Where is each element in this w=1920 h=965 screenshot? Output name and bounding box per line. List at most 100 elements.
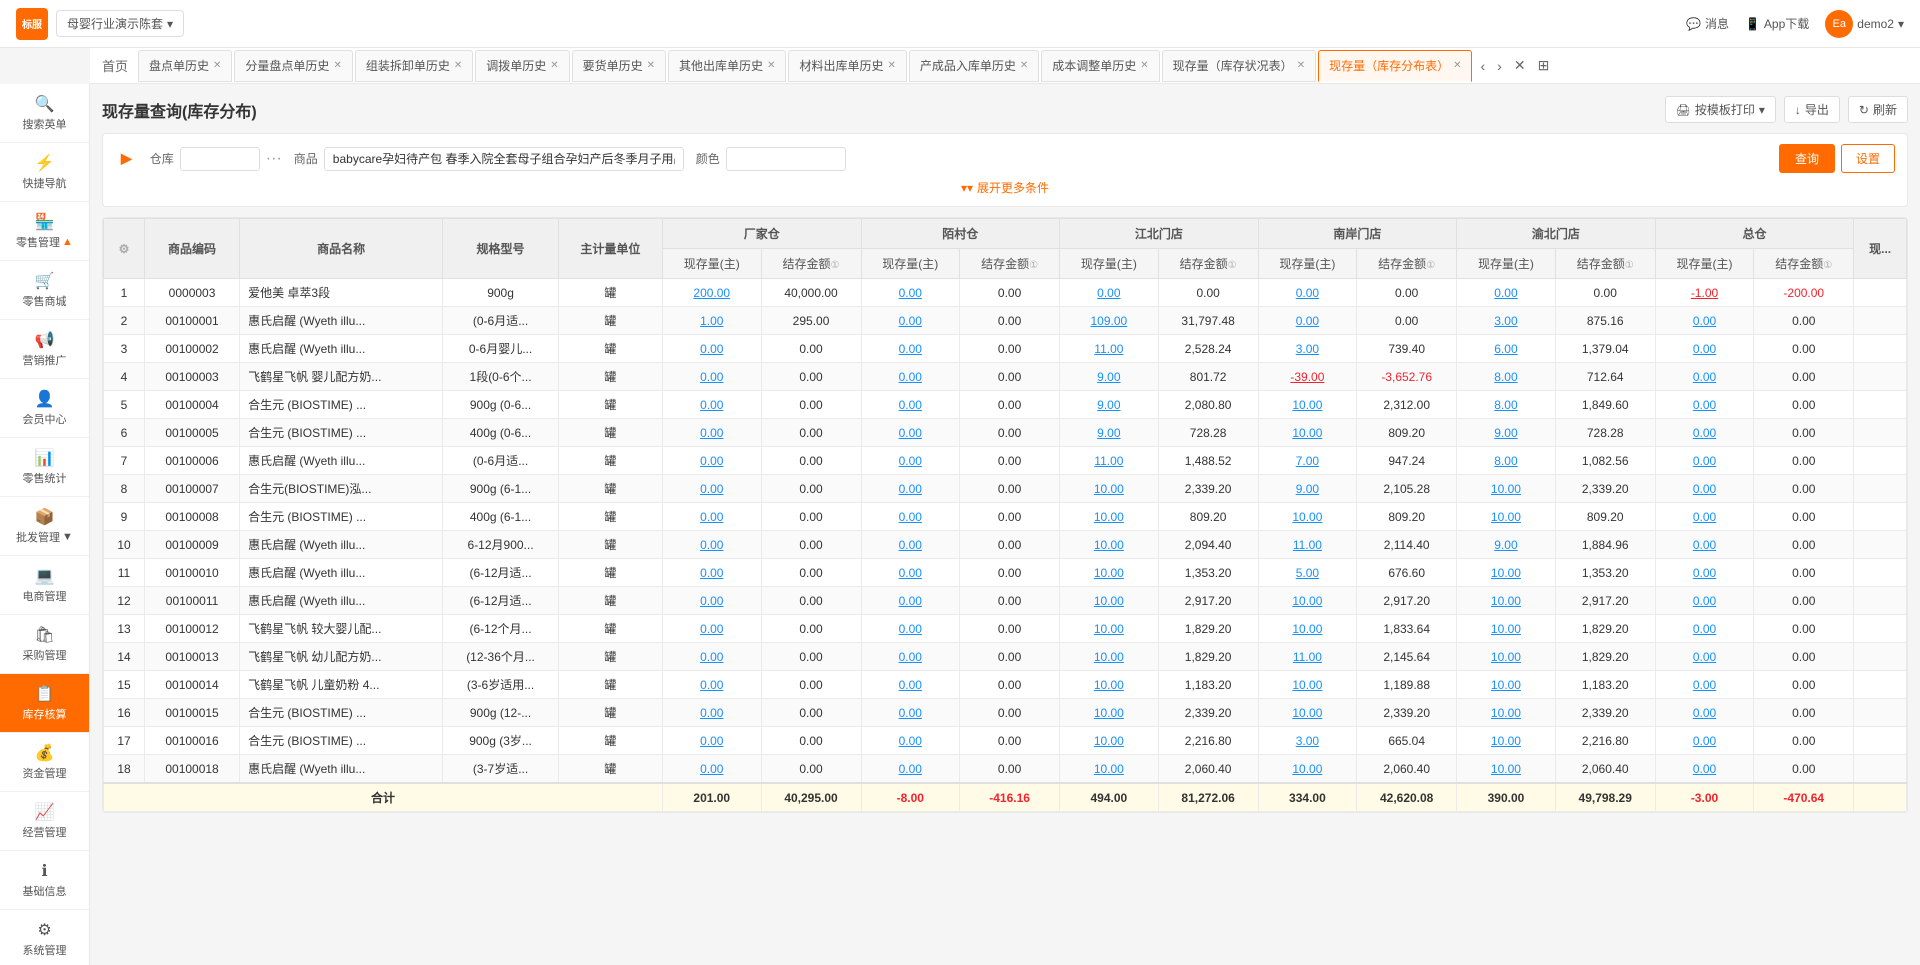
sidebar-item-finance[interactable]: 💰 资金管理 [0,733,89,792]
top-bar-left: 标服 母婴行业演示陈套 ▾ [16,8,184,40]
chevron-down-icon: ▾ [167,17,173,31]
col-group-row: ⚙ 商品编码 商品名称 规格型号 主计量单位 厂家仓 陌村仓 江北门店 南岸门店… [104,219,1907,249]
col-yb-amt: 结存金额① [1555,249,1655,279]
tab-close-icon[interactable]: ✕ [1297,60,1305,71]
sidebar-item-inventory[interactable]: 📋 库存核算 [0,674,89,733]
sidebar-item-label: 采购管理 [0,647,89,663]
refresh-btn[interactable]: ↻ 刷新 [1848,96,1908,123]
sidebar-item-label: 零售商城 [0,293,89,309]
tab-pandian[interactable]: 盘点单历史 ✕ [138,50,232,82]
top-bar: 标服 母婴行业演示陈套 ▾ 💬 消息 📱 App下载 Ea demo2 ▾ [0,0,1920,48]
col-extra: 现... [1854,219,1907,279]
app-download-btn[interactable]: 📱 App下载 [1745,15,1809,32]
filter-buttons: 查询 设置 [1779,144,1895,173]
table-row: 1000100009惠氏启醒 (Wyeth illu...6-12月900...… [104,531,1907,559]
filter-color: 颜色 [696,147,846,171]
stats-icon: 📊 [0,448,89,468]
info-icon: ① [1823,260,1832,271]
sidebar-item-member[interactable]: 👤 会员中心 [0,379,89,438]
purchase-icon: 🛍 [0,625,89,645]
table-body: 10000003爱他美 卓萃3段900g罐200.0040,000.000.00… [104,279,1907,812]
tab-close-all-btn[interactable]: ✕ [1508,55,1532,76]
col-name: 商品名称 [240,219,443,279]
col-group-na: 南岸门店 [1258,219,1457,249]
col-group-jb: 江北门店 [1060,219,1259,249]
tab-qita[interactable]: 其他出库单历史 ✕ [668,50,786,82]
sidebar-item-label: 搜索英单 [0,116,89,132]
product-input[interactable] [324,147,684,171]
search-icon: 🔍 [0,94,89,114]
sidebar-item-purchase[interactable]: 🛍 采购管理 [0,615,89,674]
tab-close-icon[interactable]: ✕ [454,60,462,71]
tab-close-icon[interactable]: ✕ [1020,60,1028,71]
tab-chengben[interactable]: 成本调整单历史 ✕ [1041,50,1159,82]
sidebar-item-marketing[interactable]: 📢 营销推广 [0,320,89,379]
setting-button[interactable]: 设置 [1841,144,1895,173]
tab-close-icon[interactable]: ✕ [1140,60,1148,71]
tab-expand-btn[interactable]: ⊞ [1532,55,1556,76]
basic-icon: ℹ [0,861,89,881]
col-mc-amt: 结存金额① [960,249,1060,279]
filter-collapse-btn[interactable]: ▶ [115,146,138,171]
table-row: 1700100016合生元 (BIOSTIME) ...900g (3岁...罐… [104,727,1907,755]
download-icon: 📱 [1745,17,1760,31]
sidebar-item-stats[interactable]: 📊 零售统计 [0,438,89,497]
tab-zuzhang[interactable]: 组装拆卸单历史 ✕ [355,50,473,82]
org-selector[interactable]: 母婴行业演示陈套 ▾ [56,10,184,37]
sidebar-item-shop[interactable]: 🛒 零售商城 [0,261,89,320]
tab-home[interactable]: 首页 [94,50,136,82]
tab-close-icon[interactable]: ✕ [647,60,655,71]
sidebar-item-wholesale[interactable]: 📦 批发管理 ▼ [0,497,89,556]
export-btn[interactable]: ↓ 导出 [1784,96,1840,123]
table-row: 300100002惠氏启醒 (Wyeth illu...0-6月婴儿...罐0.… [104,335,1907,363]
sidebar-item-label: 电商管理 [0,588,89,604]
tab-next-btn[interactable]: › [1491,56,1508,76]
table-row: 1300100012飞鹤星飞帆 较大婴儿配...(6-12个月...罐0.000… [104,615,1907,643]
warehouse-dots[interactable]: ··· [266,150,282,168]
table-row: 1600100015合生元 (BIOSTIME) ...900g (12-...… [104,699,1907,727]
tab-close-icon[interactable]: ✕ [767,60,775,71]
info-icon: ① [831,260,840,271]
message-btn[interactable]: 💬 消息 [1686,15,1729,32]
tab-diaopo[interactable]: 调拨单历史 ✕ [475,50,569,82]
avatar: Ea [1825,10,1853,38]
filter-expand[interactable]: ▾▾ 展开更多条件 [115,179,1895,196]
user-menu[interactable]: Ea demo2 ▾ [1825,10,1904,38]
sidebar-item-ecommerce[interactable]: 💻 电商管理 [0,556,89,615]
col-mc-qty: 现存量(主) [861,249,960,279]
sidebar-item-system[interactable]: ⚙ 系统管理 [0,910,89,965]
sidebar-item-nav[interactable]: ⚡ 快捷导航 [0,143,89,202]
tab-kucun2[interactable]: 现存量（库存分布表） ✕ [1318,50,1472,82]
print-btn[interactable]: 🖨 按模板打印 ▾ [1665,96,1776,123]
tab-caili[interactable]: 材料出库单历史 ✕ [788,50,906,82]
sidebar-item-basic[interactable]: ℹ 基础信息 [0,851,89,910]
message-icon: 💬 [1686,17,1701,31]
tab-close-icon[interactable]: ✕ [887,60,895,71]
sidebar-item-retail[interactable]: 🏪 零售管理 ▲ [0,202,89,261]
col-spec: 规格型号 [443,219,559,279]
shop-icon: 🛒 [0,271,89,291]
tab-prev-btn[interactable]: ‹ [1474,56,1491,76]
warehouse-label: 仓库 [150,150,174,167]
color-input[interactable] [726,147,846,171]
sidebar-item-label: 营销推广 [0,352,89,368]
tab-close-icon[interactable]: ✕ [550,60,558,71]
tab-close-icon[interactable]: ✕ [1453,60,1461,71]
gear-icon[interactable]: ⚙ [119,242,130,256]
tab-close-icon[interactable]: ✕ [333,60,341,71]
tab-close-icon[interactable]: ✕ [213,60,221,71]
finance-icon: 💰 [0,743,89,763]
ecommerce-icon: 💻 [0,566,89,586]
info-icon: ① [1029,260,1038,271]
query-button[interactable]: 查询 [1779,144,1835,173]
warehouse-input[interactable] [180,147,260,171]
sidebar-item-search[interactable]: 🔍 搜索英单 [0,84,89,143]
sidebar-item-biz[interactable]: 📈 经营管理 [0,792,89,851]
tab-kucun1[interactable]: 现存量（库存状况表） ✕ [1162,50,1316,82]
col-fj-qty: 现存量(主) [662,249,761,279]
tab-yaohuo[interactable]: 要货单历史 ✕ [572,50,666,82]
tab-chengpin[interactable]: 产成品入库单历史 ✕ [909,50,1039,82]
print-icon: 🖨 [1676,103,1691,117]
tab-fenpan[interactable]: 分量盘点单历史 ✕ [234,50,352,82]
sidebar-item-label: 库存核算 [0,706,89,722]
